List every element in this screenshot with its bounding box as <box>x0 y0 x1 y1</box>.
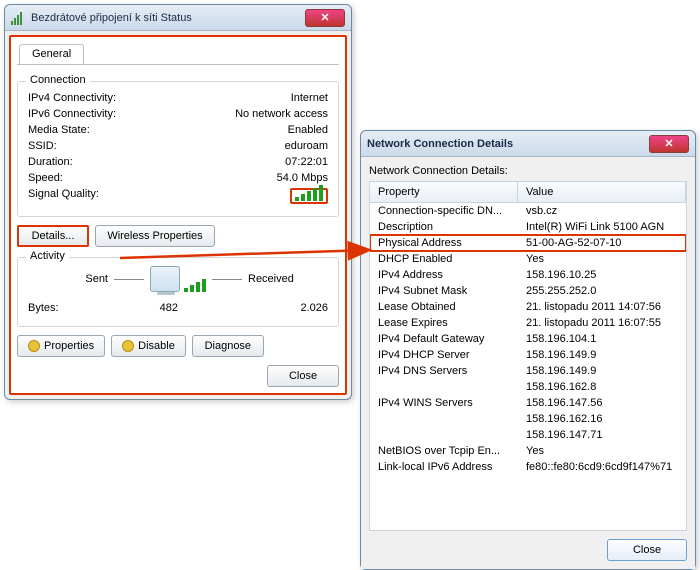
annotation-arrow <box>0 0 700 545</box>
